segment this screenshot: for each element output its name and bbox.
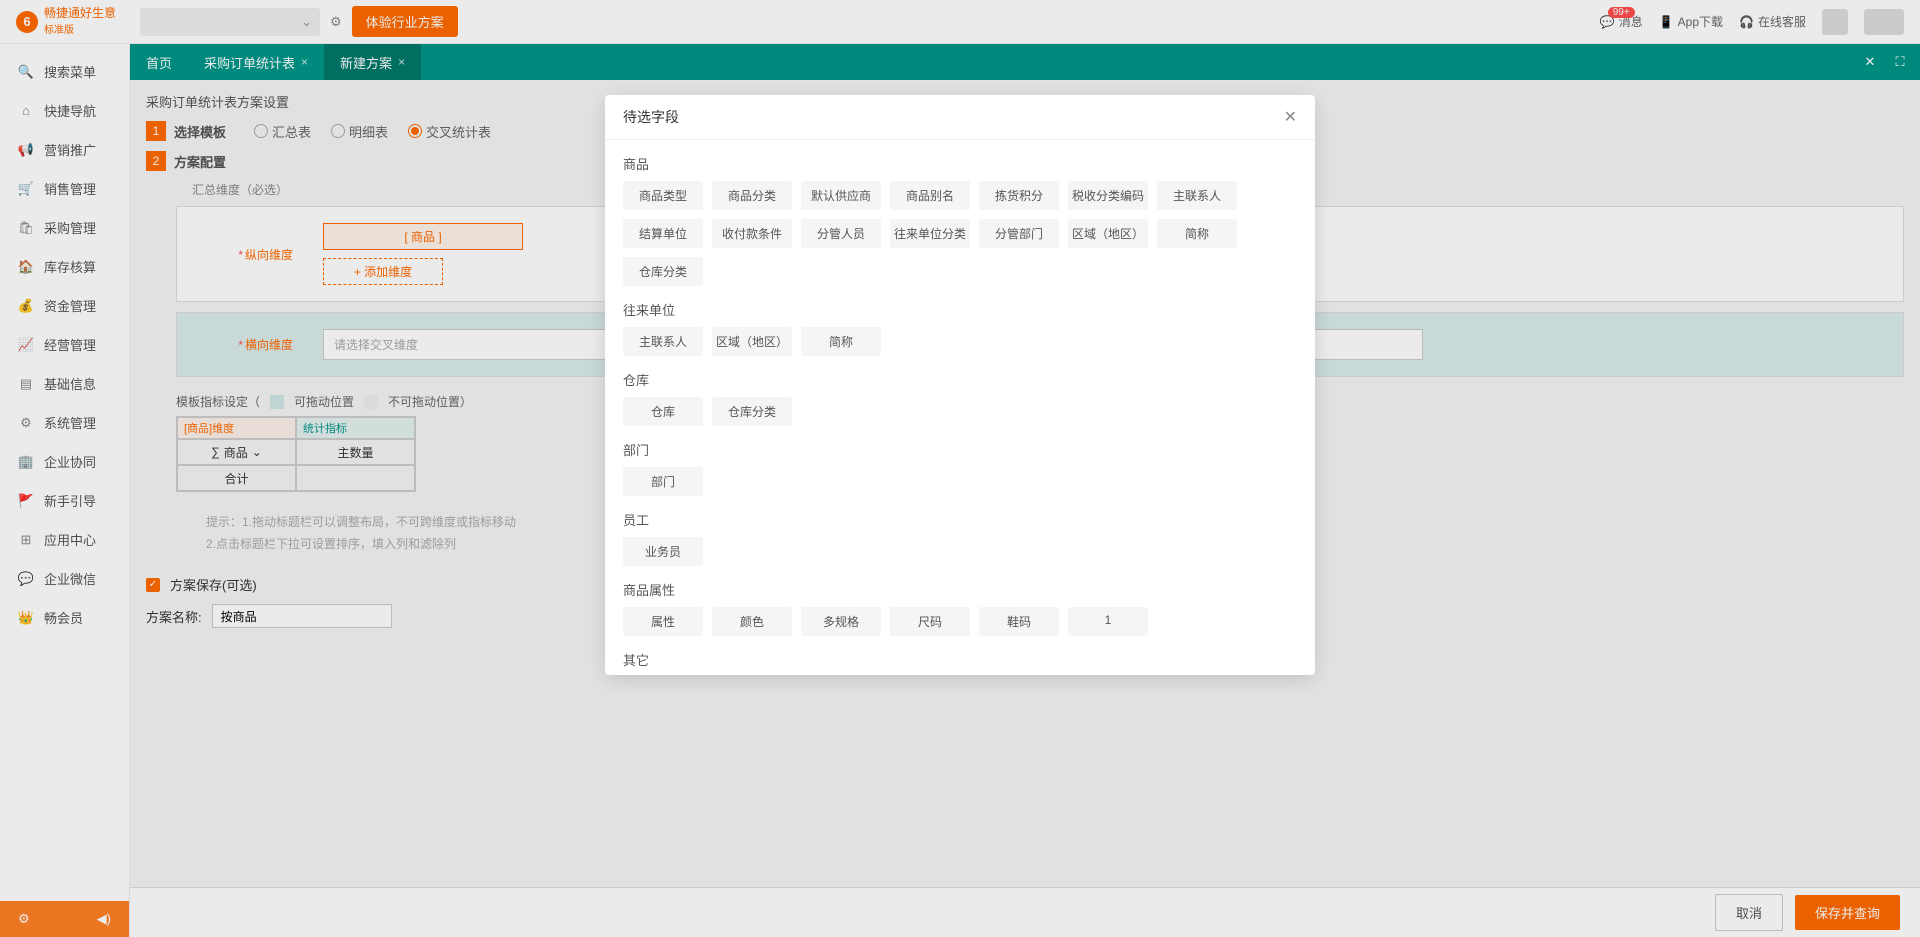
field-chip[interactable]: 商品分类: [712, 181, 792, 210]
group-title: 往来单位: [623, 300, 1297, 319]
field-group: 仓库仓库仓库分类: [623, 370, 1297, 426]
field-group: 其它单据日期项目: [623, 650, 1297, 675]
group-title: 部门: [623, 440, 1297, 459]
field-chip[interactable]: 收付款条件: [712, 219, 792, 248]
field-chip[interactable]: 仓库分类: [623, 257, 703, 286]
field-chip[interactable]: 默认供应商: [801, 181, 881, 210]
modal-header: 待选字段 ✕: [605, 95, 1315, 140]
field-chip[interactable]: 主联系人: [623, 327, 703, 356]
field-chip[interactable]: 尺码: [890, 607, 970, 636]
field-group: 部门部门: [623, 440, 1297, 496]
field-chip[interactable]: 简称: [801, 327, 881, 356]
field-group: 往来单位主联系人区域（地区） 简称: [623, 300, 1297, 356]
field-chip[interactable]: 分管部门: [979, 219, 1059, 248]
field-chip[interactable]: 颜色: [712, 607, 792, 636]
field-chip[interactable]: 商品类型: [623, 181, 703, 210]
field-chip[interactable]: 业务员: [623, 537, 703, 566]
field-chip[interactable]: 仓库分类: [712, 397, 792, 426]
field-group: 商品属性属性颜色多规格尺码鞋码 1: [623, 580, 1297, 636]
field-chip[interactable]: 部门: [623, 467, 703, 496]
field-chip[interactable]: 拣货积分: [979, 181, 1059, 210]
field-group: 商品商品类型商品分类默认供应商商品别名拣货积分税收分类编码主联系人结算单位收付款…: [623, 154, 1297, 286]
field-chip[interactable]: 主联系人: [1157, 181, 1237, 210]
modal-overlay: 待选字段 ✕ 商品商品类型商品分类默认供应商商品别名拣货积分税收分类编码主联系人…: [0, 0, 1920, 937]
group-title: 仓库: [623, 370, 1297, 389]
field-chip[interactable]: 属性: [623, 607, 703, 636]
field-chip[interactable]: 仓库: [623, 397, 703, 426]
field-modal: 待选字段 ✕ 商品商品类型商品分类默认供应商商品别名拣货积分税收分类编码主联系人…: [605, 95, 1315, 675]
field-chip[interactable]: 商品别名: [890, 181, 970, 210]
modal-body: 商品商品类型商品分类默认供应商商品别名拣货积分税收分类编码主联系人结算单位收付款…: [605, 140, 1315, 675]
field-chip[interactable]: 税收分类编码: [1068, 181, 1148, 210]
field-chip[interactable]: 多规格: [801, 607, 881, 636]
field-group: 员工业务员: [623, 510, 1297, 566]
field-chip[interactable]: 区域（地区）: [712, 327, 792, 356]
group-title: 商品属性: [623, 580, 1297, 599]
group-title: 商品: [623, 154, 1297, 173]
field-chip[interactable]: 往来单位分类: [890, 219, 970, 248]
group-title: 员工: [623, 510, 1297, 529]
group-title: 其它: [623, 650, 1297, 669]
field-chip[interactable]: 1: [1068, 607, 1148, 636]
field-chip[interactable]: 结算单位: [623, 219, 703, 248]
field-chip[interactable]: 区域（地区）: [1068, 219, 1148, 248]
modal-title: 待选字段: [623, 107, 679, 127]
close-icon[interactable]: ✕: [1284, 107, 1297, 127]
field-chip[interactable]: 分管人员: [801, 219, 881, 248]
field-chip[interactable]: 简称: [1157, 219, 1237, 248]
field-chip[interactable]: 鞋码: [979, 607, 1059, 636]
